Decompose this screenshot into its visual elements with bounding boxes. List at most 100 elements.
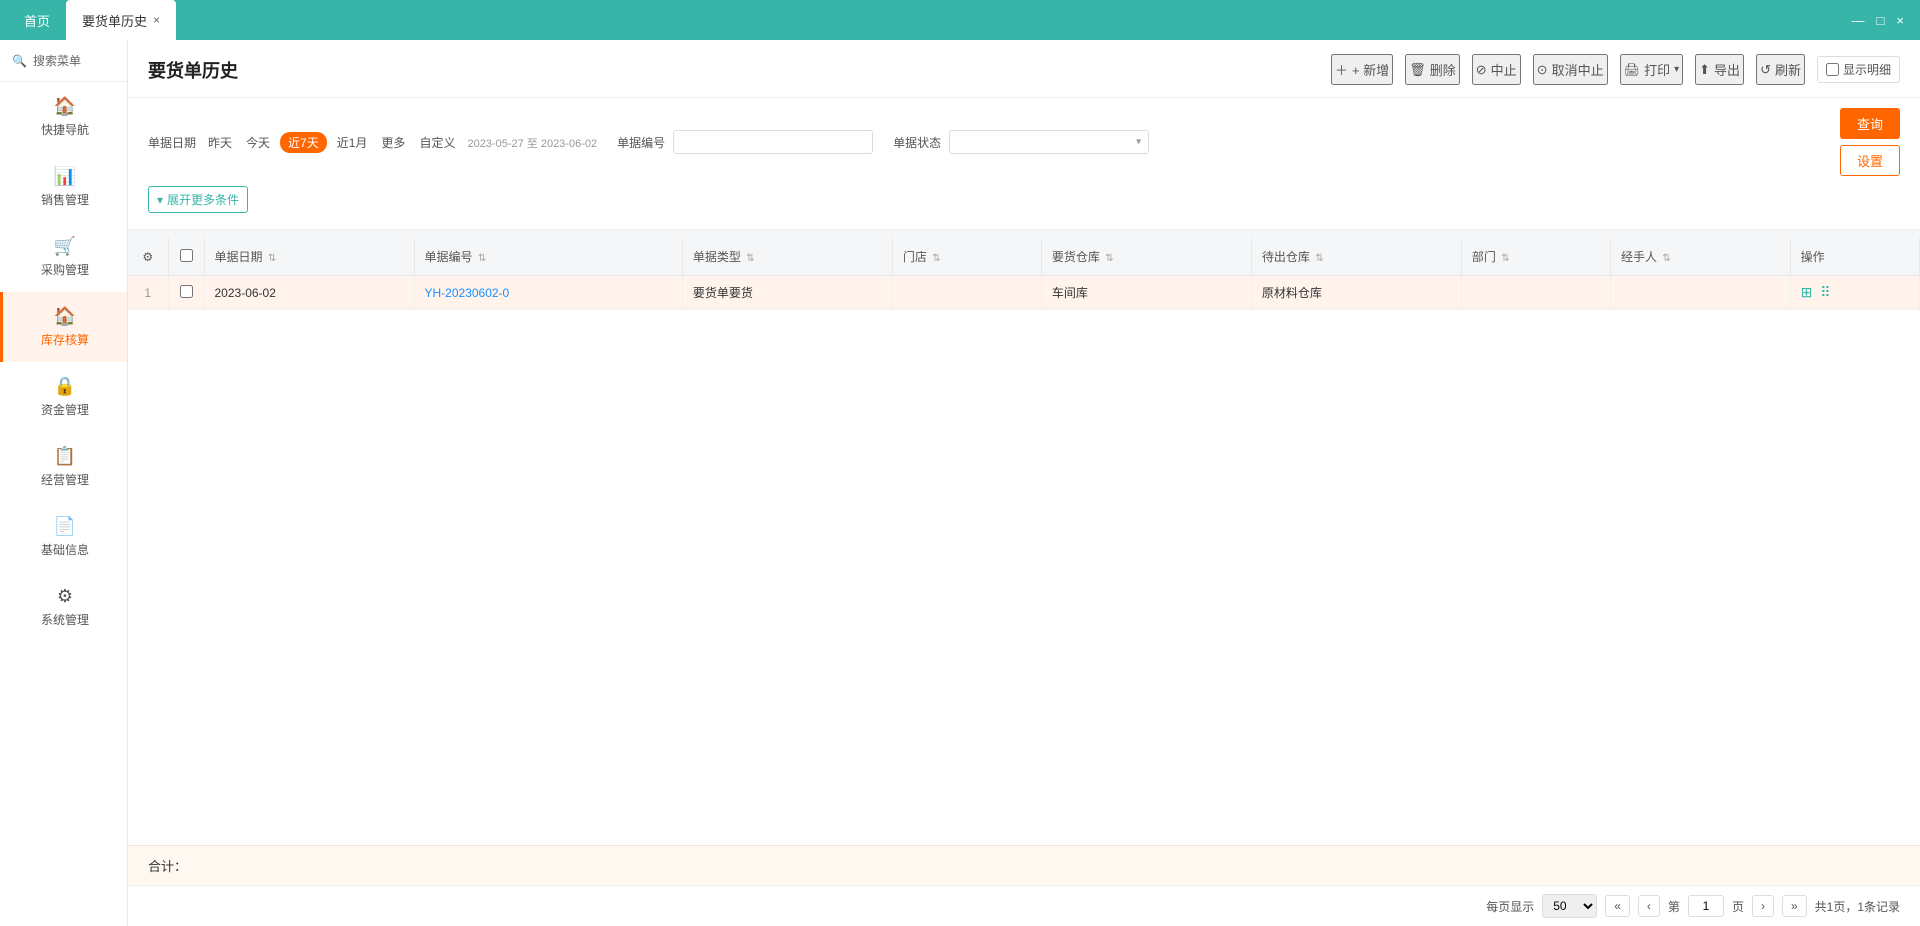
- cell-store: [892, 276, 1041, 310]
- col-date: 单据日期 ⇅: [204, 238, 414, 276]
- print-button[interactable]: 🖨 打印 ▾: [1620, 54, 1684, 85]
- sales-icon: 📊: [54, 166, 76, 187]
- sidebar-item-quick-nav[interactable]: 🏠 快捷导航: [0, 82, 127, 152]
- window-close[interactable]: ×: [1896, 13, 1904, 28]
- print-icon: 🖨: [1624, 62, 1641, 78]
- cell-action: ⊞ ⠿: [1790, 276, 1919, 310]
- sort-department-icon[interactable]: ⇅: [1501, 253, 1509, 264]
- tab-close-icon[interactable]: ×: [153, 13, 160, 27]
- display-cell-checkbox[interactable]: [1826, 63, 1839, 76]
- next-page-btn[interactable]: ›: [1752, 895, 1774, 917]
- order-no-filter-group: 单据编号: [617, 130, 873, 154]
- sidebar: 🔍 搜索菜单 🏠 快捷导航 📊 销售管理 🛒 采购管理 🏠 库存核算 🔒 资金管…: [0, 40, 128, 926]
- main-layout: 🔍 搜索菜单 🏠 快捷导航 📊 销售管理 🛒 采购管理 🏠 库存核算 🔒 资金管…: [0, 40, 1920, 926]
- sort-date-icon[interactable]: ⇅: [268, 253, 276, 264]
- last-page-btn[interactable]: »: [1782, 895, 1807, 917]
- sidebar-item-inventory[interactable]: 🏠 库存核算: [0, 292, 127, 362]
- settings-button[interactable]: 设置: [1840, 145, 1900, 176]
- date-btn-custom[interactable]: 自定义: [415, 132, 459, 153]
- date-btn-1month[interactable]: 近1月: [333, 132, 372, 153]
- filter-row-1: 单据日期 昨天 今天 近7天 近1月 更多 自定义 2023-05-27 至 2…: [148, 108, 1900, 176]
- page-input[interactable]: [1688, 895, 1724, 917]
- per-page-label: 每页显示: [1486, 898, 1534, 915]
- cell-order-type: 要货单要货: [682, 276, 892, 310]
- col-store-label: 门店: [903, 250, 927, 264]
- status-select[interactable]: [949, 130, 1149, 154]
- col-handler: 经手人 ⇅: [1611, 238, 1791, 276]
- sort-pending-warehouse-icon[interactable]: ⇅: [1315, 253, 1323, 264]
- cell-order-no: YH-20230602-0: [414, 276, 682, 310]
- sidebar-item-label: 资金管理: [41, 401, 89, 418]
- sidebar-search[interactable]: 🔍 搜索菜单: [0, 40, 127, 82]
- date-range-text: 2023-05-27 至 2023-06-02: [467, 135, 597, 151]
- sidebar-search-label: 搜索菜单: [33, 52, 81, 69]
- top-bar: 首页 要货单历史 × — □ ×: [0, 0, 1920, 40]
- sort-req-warehouse-icon[interactable]: ⇅: [1105, 253, 1113, 264]
- sort-order-type-icon[interactable]: ⇅: [746, 253, 754, 264]
- expand-more-button[interactable]: ▾ 展开更多条件: [148, 186, 248, 213]
- prev-page-btn[interactable]: ‹: [1638, 895, 1660, 917]
- query-button[interactable]: 查询: [1840, 108, 1900, 139]
- export-button[interactable]: ⬆ 导出: [1695, 54, 1744, 85]
- sidebar-item-finance[interactable]: 🔒 资金管理: [0, 362, 127, 432]
- order-no-label: 单据编号: [617, 134, 665, 151]
- page-header: 要货单历史 ＋ + 新增 🗑 删除 ⊘ 中止 ⊙: [128, 40, 1920, 98]
- sidebar-item-purchase[interactable]: 🛒 采购管理: [0, 222, 127, 292]
- inventory-icon: 🏠: [54, 306, 76, 327]
- sidebar-item-label: 销售管理: [41, 191, 89, 208]
- order-no-input[interactable]: [673, 130, 873, 154]
- status-select-wrapper: [949, 130, 1149, 154]
- sidebar-item-operations[interactable]: 📋 经营管理: [0, 432, 127, 502]
- new-label: + 新增: [1352, 60, 1389, 79]
- window-controls: — □ ×: [1852, 13, 1920, 28]
- col-department: 部门 ⇅: [1461, 238, 1610, 276]
- delete-button[interactable]: 🗑 删除: [1405, 54, 1460, 85]
- view-action-icon[interactable]: ⊞: [1801, 284, 1813, 301]
- sidebar-item-sales[interactable]: 📊 销售管理: [0, 152, 127, 222]
- display-cell-button[interactable]: 显示明细: [1817, 56, 1900, 83]
- refresh-button[interactable]: ↺ 刷新: [1756, 54, 1805, 85]
- date-shortcuts: 昨天 今天 近7天 近1月 更多 自定义: [204, 132, 459, 153]
- sidebar-item-system[interactable]: ⚙ 系统管理: [0, 572, 127, 642]
- select-all-checkbox[interactable]: [180, 249, 193, 262]
- cell-check: [168, 276, 204, 310]
- table-row: 1 2023-06-02 YH-20230602-0 要货单要货 车间库 原材料…: [128, 276, 1920, 310]
- col-req-warehouse: 要货仓库 ⇅: [1041, 238, 1251, 276]
- col-department-label: 部门: [1472, 250, 1496, 264]
- print-label: 打印: [1644, 60, 1670, 79]
- col-order-no: 单据编号 ⇅: [414, 238, 682, 276]
- date-btn-yesterday[interactable]: 昨天: [204, 132, 236, 153]
- date-btn-7days[interactable]: 近7天: [280, 132, 327, 153]
- sidebar-item-basic-info[interactable]: 📄 基础信息: [0, 502, 127, 572]
- tab-home[interactable]: 首页: [8, 0, 66, 40]
- cancel-stop-button[interactable]: ⊙ 取消中止: [1533, 54, 1608, 85]
- more-action-icon[interactable]: ⠿: [1820, 284, 1830, 301]
- table-area: ⚙ 单据日期 ⇅ 单据编号 ⇅ 单据类型: [128, 238, 1920, 845]
- per-page-select[interactable]: 10 20 50 100: [1542, 894, 1597, 918]
- date-btn-more[interactable]: 更多: [377, 132, 409, 153]
- row-checkbox[interactable]: [180, 285, 193, 298]
- operations-icon: 📋: [54, 446, 76, 467]
- date-label: 单据日期: [148, 134, 196, 151]
- date-btn-today[interactable]: 今天: [242, 132, 274, 153]
- expand-label: 展开更多条件: [167, 191, 239, 208]
- col-check: [168, 238, 204, 276]
- tab-history[interactable]: 要货单历史 ×: [66, 0, 176, 40]
- sort-handler-icon[interactable]: ⇅: [1662, 253, 1670, 264]
- sort-order-no-icon[interactable]: ⇅: [478, 253, 486, 264]
- table-header-row: ⚙ 单据日期 ⇅ 单据编号 ⇅ 单据类型: [128, 238, 1920, 276]
- new-button[interactable]: ＋ + 新增: [1331, 54, 1393, 85]
- filter-row-expand: ▾ 展开更多条件: [148, 182, 1900, 213]
- sidebar-item-label: 经营管理: [41, 471, 89, 488]
- window-maximize[interactable]: □: [1877, 13, 1885, 28]
- first-page-btn[interactable]: «: [1605, 895, 1630, 917]
- sort-store-icon[interactable]: ⇅: [932, 253, 940, 264]
- export-label: 导出: [1714, 60, 1740, 79]
- page-suffix: 页: [1732, 898, 1744, 915]
- tab-bar: 首页 要货单历史 ×: [8, 0, 1852, 40]
- window-minimize[interactable]: —: [1852, 13, 1865, 28]
- page-title: 要货单历史: [148, 57, 238, 83]
- order-no-link[interactable]: YH-20230602-0: [425, 286, 510, 300]
- col-req-warehouse-label: 要货仓库: [1052, 250, 1100, 264]
- stop-button[interactable]: ⊘ 中止: [1472, 54, 1521, 85]
